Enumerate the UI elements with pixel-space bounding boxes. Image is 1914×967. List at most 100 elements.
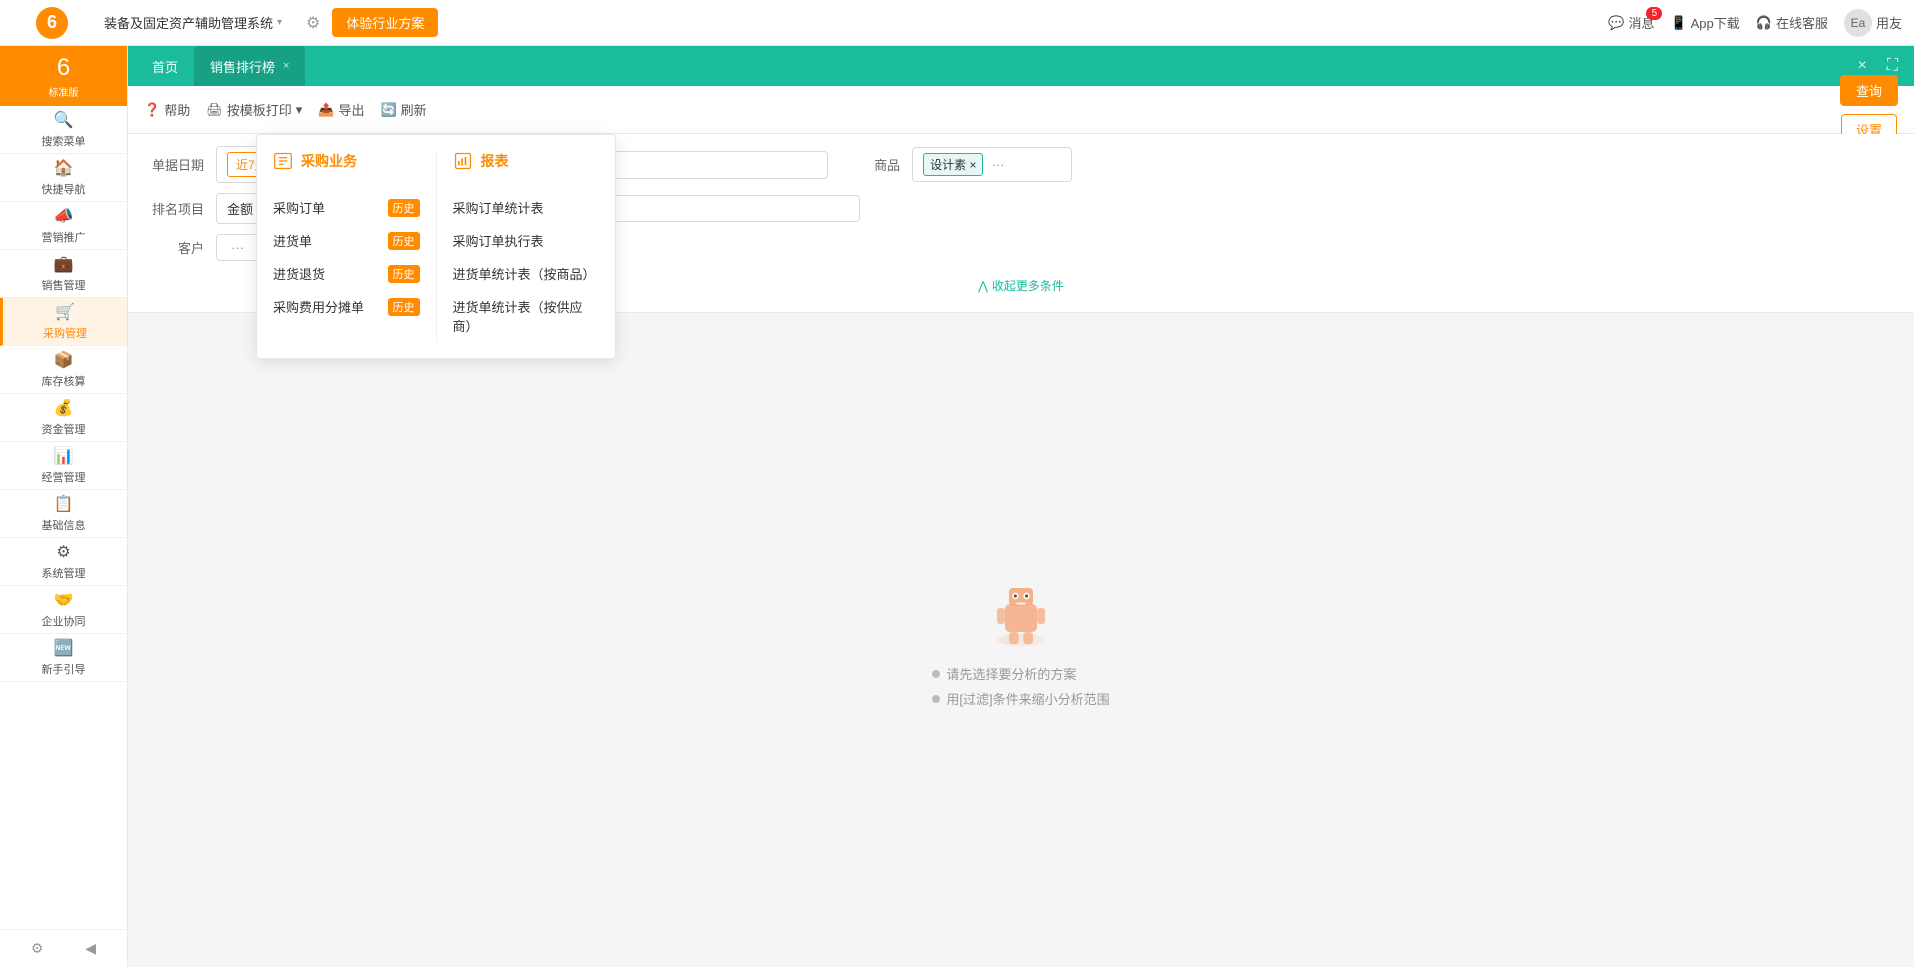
dropdown-columns: 采购业务 采购订单 历史 进货单 历史 进货退货 历史 <box>273 151 599 342</box>
empty-state: 请先选择要分析的方案 用[过滤]条件来缩小分析范围 <box>932 572 1109 708</box>
sidebar: 6 标准版 🔍 搜索菜单 🏠 快捷导航 📣 营销推广 💼 销售管理 🛒 <box>0 46 128 967</box>
dropdown-item-purchase-expense[interactable]: 采购费用分摊单 历史 <box>273 290 420 323</box>
sidebar-item-inventory[interactable]: 📦 库存核算 <box>0 346 127 394</box>
query-button[interactable]: 查询 <box>1840 75 1898 106</box>
tab-home[interactable]: 首页 <box>136 46 194 86</box>
enterprise-icon: 🤝 <box>54 590 74 610</box>
dropdown-item-purchase-order[interactable]: 采购订单 历史 <box>273 191 420 224</box>
sidebar-label-system: 系统管理 <box>42 565 86 581</box>
tab-close-icon[interactable]: × <box>283 60 289 72</box>
collapse-button[interactable]: ⋀ 收起更多条件 <box>978 277 1064 294</box>
sidebar-item-enterprise[interactable]: 🤝 企业协同 <box>0 586 127 634</box>
empty-state-icon <box>981 572 1061 652</box>
refresh-icon: 🔄 <box>380 102 396 118</box>
empty-hint-1: 请先选择要分析的方案 <box>932 664 1109 683</box>
tab-close-all-btn[interactable]: × <box>1845 57 1878 75</box>
dropdown-divider <box>436 151 437 342</box>
guide-icon: 🆕 <box>54 638 74 658</box>
rank-label: 排名项目 <box>144 199 204 218</box>
sidebar-settings-btn[interactable]: ⚙ <box>31 940 44 957</box>
goods-input[interactable]: 设计素 × ··· <box>912 147 1072 182</box>
dropdown-item-order-exec[interactable]: 采购订单执行表 <box>453 224 600 257</box>
sidebar-label-sales: 销售管理 <box>42 277 86 293</box>
export-icon: 📤 <box>318 102 334 118</box>
industry-button[interactable]: 体验行业方案 <box>332 8 438 37</box>
content-area: 首页 销售排行榜 × × ⛶ ❓ 帮助 🖨 按模板 <box>128 46 1914 967</box>
sidebar-item-search[interactable]: 🔍 搜索菜单 <box>0 106 127 154</box>
system-title-area: 装备及固定资产辅助管理系统 ▾ <box>104 13 286 32</box>
online-support-button[interactable]: 🎧 在线客服 <box>1756 13 1828 32</box>
system-dropdown-arrow[interactable]: ▾ <box>277 17 282 28</box>
rank-value: 金额 <box>227 199 253 218</box>
dropdown-item-purchase-receipt[interactable]: 进货单 历史 <box>273 224 420 257</box>
goods-more-icon[interactable]: ··· <box>991 157 1004 172</box>
sidebar-label-purchase: 采购管理 <box>43 325 87 341</box>
sidebar-label-search: 搜索菜单 <box>42 133 86 149</box>
app-download-button[interactable]: 📱 App下载 <box>1670 13 1739 32</box>
hint-dot-1 <box>932 670 940 678</box>
customer-more-icon[interactable]: ··· <box>231 240 244 255</box>
user-menu-button[interactable]: Ea 用友 <box>1844 9 1902 37</box>
inventory-icon: 📦 <box>54 350 74 370</box>
goods-tag-text: 设计素 × <box>930 156 976 173</box>
sidebar-item-operations[interactable]: 📊 经营管理 <box>0 442 127 490</box>
main-content: 请先选择要分析的方案 用[过滤]条件来缩小分析范围 <box>128 313 1914 967</box>
user-avatar: Ea <box>1844 9 1872 37</box>
finance-icon: 💰 <box>54 398 74 418</box>
system-title: 装备及固定资产辅助管理系统 <box>104 13 273 32</box>
goods-label: 商品 <box>840 155 900 174</box>
history-tag-1: 历史 <box>388 232 420 250</box>
sidebar-item-guide[interactable]: 🆕 新手引导 <box>0 634 127 682</box>
dropdown-col2-title: 报表 <box>453 151 600 179</box>
sidebar-label-marketing: 营销推广 <box>42 229 86 245</box>
salesman-input[interactable]: ··· <box>580 195 860 222</box>
sidebar-label-inventory: 库存核算 <box>42 373 86 389</box>
sidebar-label-operations: 经营管理 <box>42 469 86 485</box>
dropdown-item-receipt-by-goods[interactable]: 进货单统计表（按商品） <box>453 257 600 290</box>
sidebar-label-nav: 快捷导航 <box>42 181 86 197</box>
empty-hint-2: 用[过滤]条件来缩小分析范围 <box>932 689 1109 708</box>
message-badge: 5 <box>1646 7 1662 20</box>
goods-tag: 设计素 × <box>923 153 983 176</box>
dropdown-col-reports: 报表 采购订单统计表 采购订单执行表 进货单统计表（按商品） 进货单统计表（按供 <box>453 151 600 342</box>
tab-expand-btn[interactable]: ⛶ <box>1879 57 1906 75</box>
sidebar-label-guide: 新手引导 <box>42 661 86 677</box>
headset-icon: 🎧 <box>1756 15 1772 31</box>
sidebar-item-system[interactable]: ⚙ 系统管理 <box>0 538 127 586</box>
dropdown-item-receipt-by-supplier[interactable]: 进货单统计表（按供应商） <box>453 290 600 342</box>
top-bar: 6 装备及固定资产辅助管理系统 ▾ ⚙ 体验行业方案 💬 消息 5 📱 App下… <box>0 0 1914 46</box>
operations-icon: 📊 <box>54 446 74 466</box>
empty-text: 请先选择要分析的方案 用[过滤]条件来缩小分析范围 <box>932 664 1109 708</box>
sidebar-item-nav[interactable]: 🏠 快捷导航 <box>0 154 127 202</box>
purchase-icon: 🛒 <box>55 302 75 322</box>
history-tag-2: 历史 <box>388 265 420 283</box>
sidebar-item-sales[interactable]: 💼 销售管理 <box>0 250 127 298</box>
app-download-icon: 📱 <box>1670 15 1686 31</box>
date-label: 单据日期 <box>144 155 204 174</box>
sidebar-item-purchase[interactable]: 🛒 采购管理 <box>0 298 127 346</box>
dropdown-item-purchase-return[interactable]: 进货退货 历史 <box>273 257 420 290</box>
sidebar-label-basic-info: 基础信息 <box>42 517 86 533</box>
tab-home-label: 首页 <box>152 57 178 76</box>
print-icon: 🖨 <box>206 102 223 118</box>
help-button[interactable]: ❓ 帮助 <box>144 100 190 119</box>
sidebar-label-finance: 资金管理 <box>42 421 86 437</box>
logo-area: 6 <box>12 7 92 39</box>
sidebar-item-finance[interactable]: 💰 资金管理 <box>0 394 127 442</box>
print-button[interactable]: 🖨 按模板打印 ▾ <box>206 100 302 119</box>
tab-sales-ranking[interactable]: 销售排行榜 × <box>194 46 305 86</box>
export-button[interactable]: 📤 导出 <box>318 100 364 119</box>
dropdown-item-order-stat[interactable]: 采购订单统计表 <box>453 191 600 224</box>
refresh-button[interactable]: 🔄 刷新 <box>380 100 426 119</box>
dropdown-col1-title: 采购业务 <box>273 151 420 179</box>
purchase-section-icon <box>273 151 293 171</box>
sidebar-collapse-btn[interactable]: ◀ <box>85 940 96 957</box>
dropdown-col-purchase: 采购业务 采购订单 历史 进货单 历史 进货退货 历史 <box>273 151 420 342</box>
sidebar-item-basic-info[interactable]: 📋 基础信息 <box>0 490 127 538</box>
sidebar-item-marketing[interactable]: 📣 营销推广 <box>0 202 127 250</box>
message-button[interactable]: 💬 消息 5 <box>1608 13 1654 32</box>
settings-icon[interactable]: ⚙ <box>306 13 320 33</box>
logo-icon: 6 <box>36 7 68 39</box>
print-dropdown-arrow[interactable]: ▾ <box>296 102 303 118</box>
search-menu-icon: 🔍 <box>54 110 74 130</box>
